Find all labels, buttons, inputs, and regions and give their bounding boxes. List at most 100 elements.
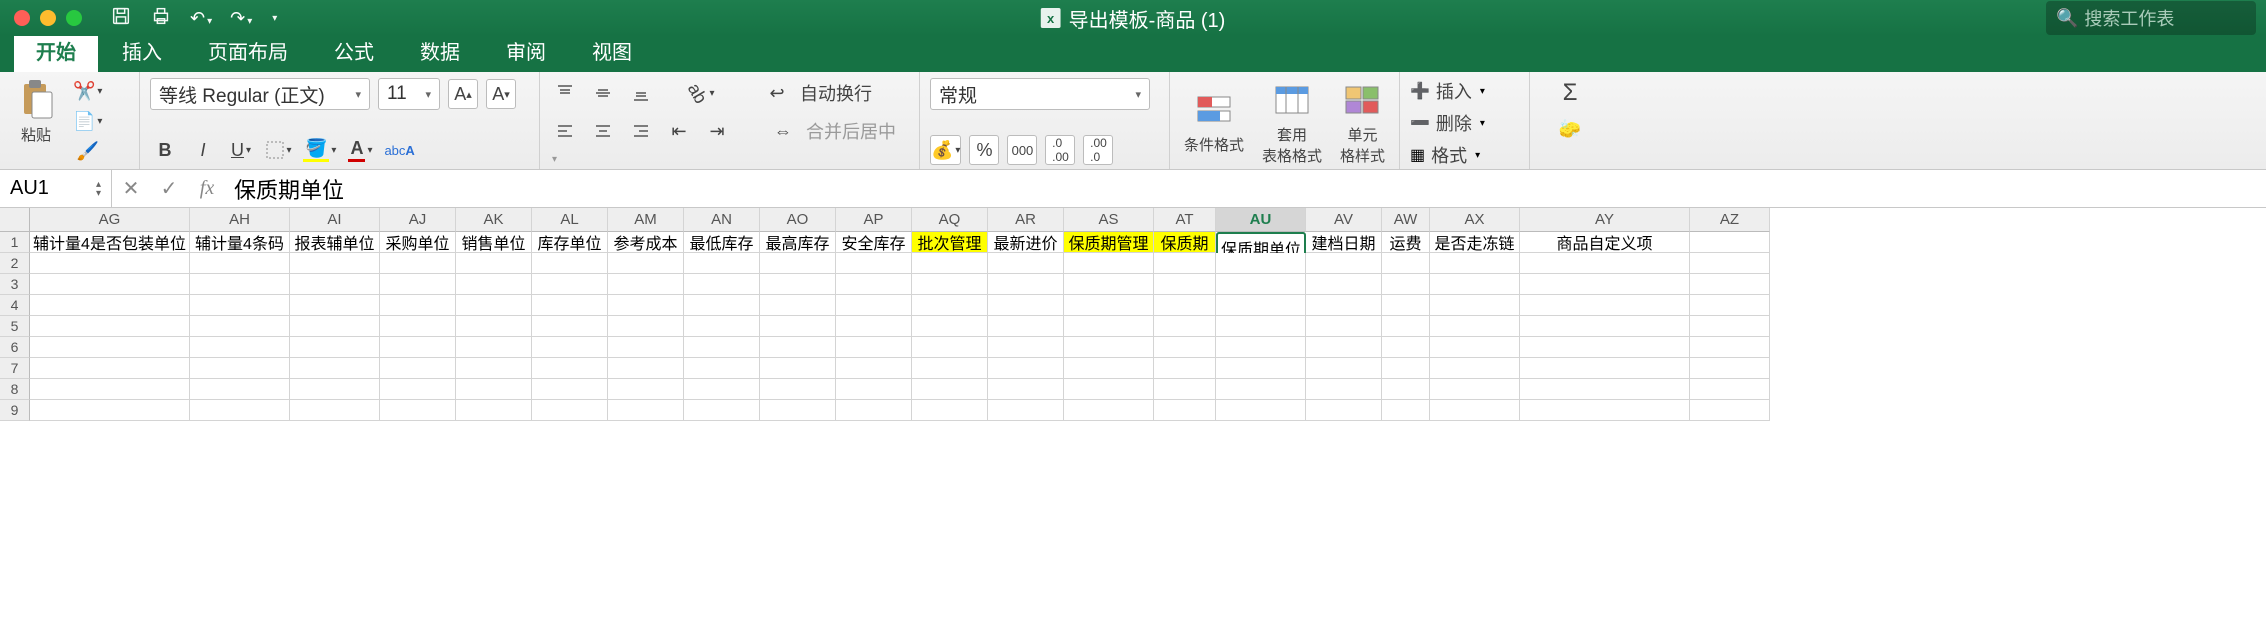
cell[interactable] [1306, 337, 1382, 358]
column-header-AJ[interactable]: AJ [380, 208, 456, 232]
cell[interactable] [1690, 274, 1770, 295]
cell[interactable] [1382, 316, 1430, 337]
column-header-AN[interactable]: AN [684, 208, 760, 232]
cell[interactable] [1430, 358, 1520, 379]
cell[interactable] [30, 274, 190, 295]
cell[interactable] [1382, 295, 1430, 316]
cell[interactable] [912, 358, 988, 379]
cell[interactable] [1430, 295, 1520, 316]
clear-button[interactable]: 🧽 [1540, 114, 1600, 144]
cell[interactable]: 建档日期 [1306, 232, 1382, 253]
cell[interactable] [836, 316, 912, 337]
cell[interactable] [760, 379, 836, 400]
align-left-button[interactable] [550, 116, 580, 146]
column-header-AH[interactable]: AH [190, 208, 290, 232]
cell[interactable] [532, 253, 608, 274]
cell[interactable] [988, 253, 1064, 274]
cell[interactable] [1154, 295, 1216, 316]
column-header-AX[interactable]: AX [1430, 208, 1520, 232]
copy-button[interactable]: 📄▾ [72, 108, 103, 134]
cut-button[interactable]: ✂️▾ [72, 78, 103, 104]
cell[interactable] [290, 400, 380, 421]
conditional-format-button[interactable]: 条件格式 [1180, 88, 1248, 155]
cell[interactable] [30, 253, 190, 274]
cell[interactable] [760, 295, 836, 316]
align-bottom-button[interactable] [626, 78, 656, 108]
cell[interactable] [380, 316, 456, 337]
cell[interactable] [1382, 337, 1430, 358]
cell[interactable] [456, 316, 532, 337]
cell[interactable] [1520, 358, 1690, 379]
cell[interactable] [1520, 274, 1690, 295]
cell[interactable] [608, 379, 684, 400]
cell[interactable] [608, 295, 684, 316]
align-right-button[interactable] [626, 116, 656, 146]
row-header[interactable]: 5 [0, 316, 30, 337]
cell[interactable] [608, 337, 684, 358]
cell[interactable] [1306, 358, 1382, 379]
cell[interactable]: 保质期 [1154, 232, 1216, 253]
font-name-select[interactable]: 等线 Regular (正文)▾ [150, 78, 370, 110]
align-center-button[interactable] [588, 116, 618, 146]
align-middle-button[interactable] [588, 78, 618, 108]
column-header-AG[interactable]: AG [30, 208, 190, 232]
cell[interactable] [190, 316, 290, 337]
cell[interactable] [988, 274, 1064, 295]
cell[interactable] [380, 358, 456, 379]
cell[interactable] [684, 400, 760, 421]
cell[interactable] [30, 295, 190, 316]
increase-indent-button[interactable]: ⇥ [702, 116, 732, 146]
minimize-window-button[interactable] [40, 10, 56, 26]
column-header-AW[interactable]: AW [1382, 208, 1430, 232]
enter-formula-button[interactable]: ✓ [150, 170, 188, 207]
cell[interactable] [912, 316, 988, 337]
cell[interactable]: 销售单位 [456, 232, 532, 253]
cell[interactable]: 辅计量4是否包装单位 [30, 232, 190, 253]
cell[interactable] [532, 316, 608, 337]
cell[interactable] [380, 400, 456, 421]
cell[interactable] [30, 358, 190, 379]
cell[interactable] [1064, 337, 1154, 358]
cell[interactable] [760, 337, 836, 358]
cell[interactable]: 保质期管理 [1064, 232, 1154, 253]
cell[interactable] [912, 337, 988, 358]
cell[interactable] [1520, 337, 1690, 358]
align-top-button[interactable] [550, 78, 580, 108]
cell[interactable] [456, 253, 532, 274]
cell[interactable] [380, 295, 456, 316]
cell[interactable]: 商品自定义项 [1520, 232, 1690, 253]
cell[interactable] [456, 295, 532, 316]
cell[interactable] [380, 274, 456, 295]
decrease-font-button[interactable]: A▾ [486, 79, 516, 109]
cell[interactable] [290, 337, 380, 358]
cell[interactable] [190, 295, 290, 316]
table-format-button[interactable]: 套用 表格格式 [1258, 78, 1326, 166]
cell[interactable] [456, 358, 532, 379]
cell[interactable] [1520, 379, 1690, 400]
font-size-select[interactable]: 11▾ [378, 78, 440, 110]
cell[interactable] [1064, 400, 1154, 421]
cell[interactable] [1306, 253, 1382, 274]
print-icon[interactable] [150, 5, 172, 32]
name-box[interactable]: AU1 ▴▾ [0, 170, 112, 207]
cell[interactable] [1216, 358, 1306, 379]
cell[interactable] [1064, 274, 1154, 295]
cell[interactable] [30, 400, 190, 421]
cell[interactable] [608, 274, 684, 295]
cell[interactable] [608, 358, 684, 379]
cell[interactable] [456, 337, 532, 358]
column-header-AL[interactable]: AL [532, 208, 608, 232]
cell-styles-button[interactable]: 单元 格样式 [1336, 78, 1389, 166]
cell[interactable] [1690, 295, 1770, 316]
chevron-down-icon[interactable]: ▾ [552, 154, 557, 165]
cell[interactable] [684, 337, 760, 358]
column-header-AI[interactable]: AI [290, 208, 380, 232]
row-header[interactable]: 7 [0, 358, 30, 379]
column-header-AY[interactable]: AY [1520, 208, 1690, 232]
cell[interactable] [1690, 337, 1770, 358]
cell[interactable] [1690, 379, 1770, 400]
cell[interactable] [456, 379, 532, 400]
cell[interactable] [836, 379, 912, 400]
cell[interactable] [1306, 379, 1382, 400]
increase-font-button[interactable]: A▴ [448, 79, 478, 109]
